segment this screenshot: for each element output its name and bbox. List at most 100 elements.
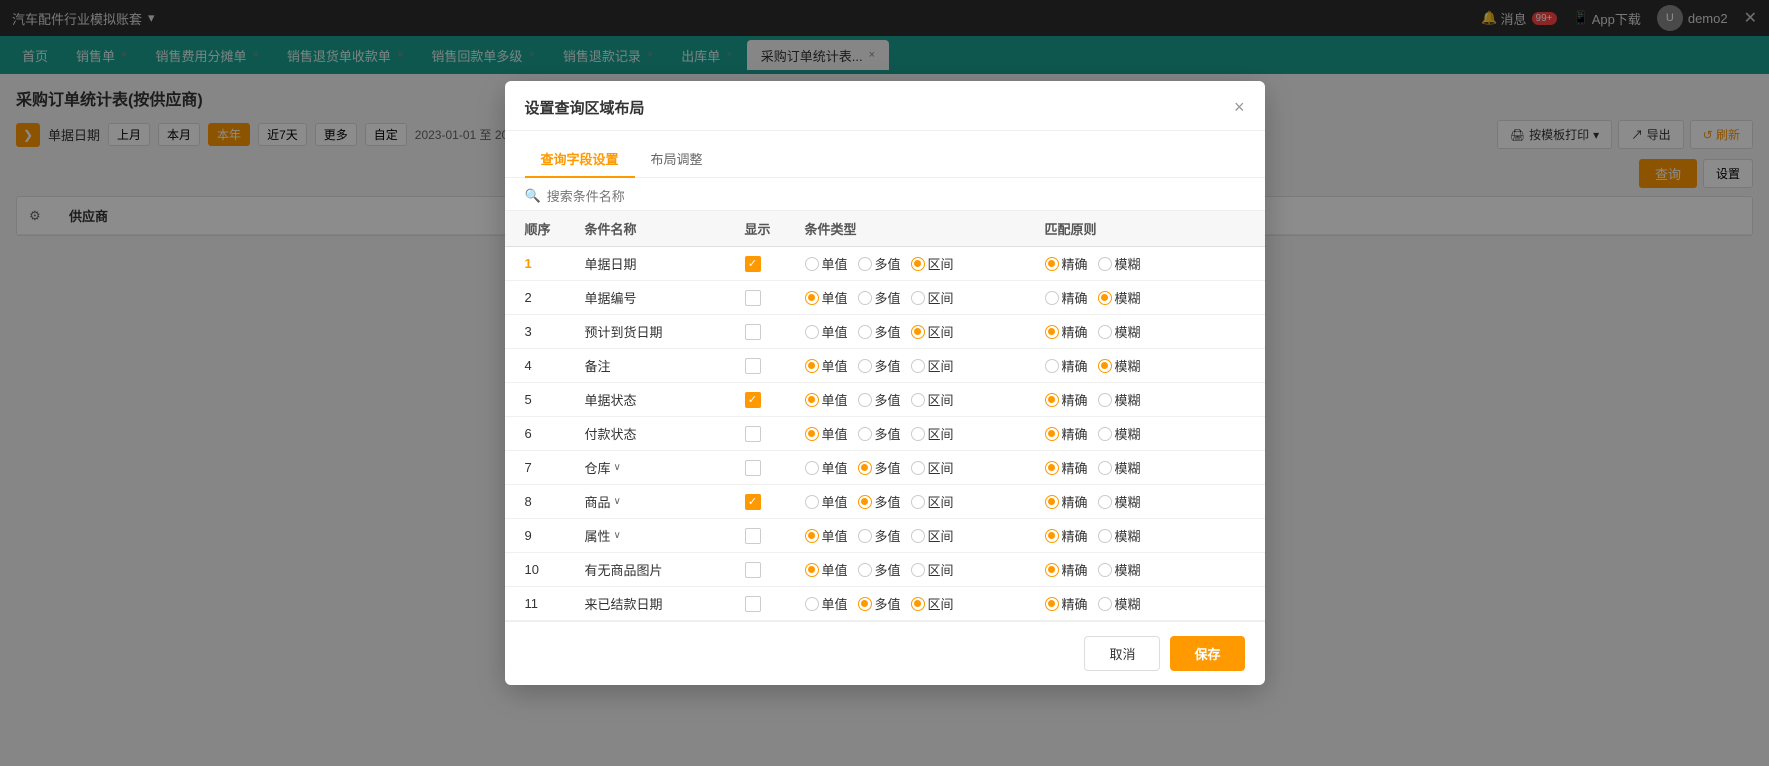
checkbox-unchecked[interactable] (745, 460, 761, 476)
dialog-table-header: 顺序 条件名称 显示 条件类型 匹配原则 (505, 211, 1265, 247)
match-rule-exact[interactable]: 精确 (1045, 526, 1088, 545)
row-display-checkbox[interactable] (745, 460, 805, 476)
match-rule-exact[interactable]: 精确 (1045, 594, 1088, 613)
checkbox-unchecked[interactable] (745, 426, 761, 442)
match-rule-fuzzy-label: 模糊 (1115, 594, 1141, 613)
match-rule-exact[interactable]: 精确 (1045, 492, 1088, 511)
row-display-checkbox[interactable] (745, 324, 805, 340)
row-display-checkbox[interactable] (745, 528, 805, 544)
condition-type-multi[interactable]: 多值 (858, 288, 901, 307)
match-rule-fuzzy[interactable]: 模糊 (1098, 526, 1141, 545)
cancel-btn[interactable]: 取消 (1084, 636, 1160, 671)
condition-type-single[interactable]: 单值 (805, 356, 848, 375)
condition-type-single[interactable]: 单值 (805, 288, 848, 307)
match-rule-exact[interactable]: 精确 (1045, 322, 1088, 341)
match-rule-exact[interactable]: 精确 (1045, 356, 1088, 375)
radio-circle (858, 393, 872, 407)
row-display-checkbox[interactable] (745, 290, 805, 306)
dialog-close-btn[interactable]: × (1234, 97, 1245, 118)
match-rule-fuzzy[interactable]: 模糊 (1098, 322, 1141, 341)
match-rule-fuzzy-label: 模糊 (1115, 288, 1141, 307)
radio-circle (805, 359, 819, 373)
row-display-checkbox[interactable] (745, 562, 805, 578)
save-btn[interactable]: 保存 (1170, 636, 1244, 671)
match-rule-fuzzy[interactable]: 模糊 (1098, 356, 1141, 375)
condition-type-single[interactable]: 单值 (805, 492, 848, 511)
condition-type-multi[interactable]: 多值 (858, 594, 901, 613)
search-input[interactable] (547, 189, 1245, 204)
match-rule-exact[interactable]: 精确 (1045, 390, 1088, 409)
match-rule-exact-label: 精确 (1062, 424, 1088, 443)
condition-type-single[interactable]: 单值 (805, 526, 848, 545)
radio-circle (805, 291, 819, 305)
condition-type-single[interactable]: 单值 (805, 594, 848, 613)
checkbox-checked[interactable] (745, 392, 761, 408)
table-row: 9属性 ∨单值多值区间精确模糊 (505, 519, 1265, 553)
match-rule-fuzzy[interactable]: 模糊 (1098, 288, 1141, 307)
row-display-checkbox[interactable] (745, 426, 805, 442)
row-display-checkbox[interactable] (745, 256, 805, 272)
dialog-tab-layout[interactable]: 布局调整 (635, 141, 719, 178)
condition-type-range[interactable]: 区间 (911, 288, 954, 307)
condition-type-multi[interactable]: 多值 (858, 492, 901, 511)
row-condition-type: 单值多值区间 (805, 254, 1045, 273)
condition-type-multi-label: 多值 (875, 526, 901, 545)
match-rule-fuzzy[interactable]: 模糊 (1098, 458, 1141, 477)
radio-circle (911, 291, 925, 305)
checkbox-unchecked[interactable] (745, 324, 761, 340)
match-rule-fuzzy[interactable]: 模糊 (1098, 492, 1141, 511)
condition-type-single[interactable]: 单值 (805, 458, 848, 477)
condition-type-multi[interactable]: 多值 (858, 356, 901, 375)
match-rule-fuzzy[interactable]: 模糊 (1098, 594, 1141, 613)
condition-type-range[interactable]: 区间 (911, 594, 954, 613)
match-rule-fuzzy[interactable]: 模糊 (1098, 254, 1141, 273)
condition-type-multi[interactable]: 多值 (858, 526, 901, 545)
condition-type-multi[interactable]: 多值 (858, 322, 901, 341)
condition-type-range[interactable]: 区间 (911, 356, 954, 375)
col-name: 条件名称 (585, 219, 745, 238)
checkbox-unchecked[interactable] (745, 290, 761, 306)
row-display-checkbox[interactable] (745, 596, 805, 612)
condition-type-range[interactable]: 区间 (911, 458, 954, 477)
row-match-rule: 精确模糊 (1045, 356, 1245, 375)
condition-type-range[interactable]: 区间 (911, 390, 954, 409)
match-rule-exact[interactable]: 精确 (1045, 288, 1088, 307)
condition-type-single[interactable]: 单值 (805, 322, 848, 341)
checkbox-checked[interactable] (745, 494, 761, 510)
match-rule-exact[interactable]: 精确 (1045, 424, 1088, 443)
checkbox-checked[interactable] (745, 256, 761, 272)
condition-type-range[interactable]: 区间 (911, 560, 954, 579)
condition-type-multi[interactable]: 多值 (858, 458, 901, 477)
condition-type-range[interactable]: 区间 (911, 526, 954, 545)
condition-type-single[interactable]: 单值 (805, 254, 848, 273)
radio-circle (1098, 325, 1112, 339)
condition-type-multi[interactable]: 多值 (858, 560, 901, 579)
match-rule-fuzzy[interactable]: 模糊 (1098, 424, 1141, 443)
condition-type-single[interactable]: 单值 (805, 560, 848, 579)
match-rule-exact[interactable]: 精确 (1045, 254, 1088, 273)
checkbox-unchecked[interactable] (745, 528, 761, 544)
condition-type-single[interactable]: 单值 (805, 390, 848, 409)
checkbox-unchecked[interactable] (745, 562, 761, 578)
checkbox-unchecked[interactable] (745, 358, 761, 374)
radio-circle (805, 427, 819, 441)
condition-type-multi[interactable]: 多值 (858, 254, 901, 273)
match-rule-fuzzy[interactable]: 模糊 (1098, 560, 1141, 579)
condition-type-range[interactable]: 区间 (911, 424, 954, 443)
row-display-checkbox[interactable] (745, 358, 805, 374)
match-rule-fuzzy[interactable]: 模糊 (1098, 390, 1141, 409)
row-display-checkbox[interactable] (745, 494, 805, 510)
condition-type-multi[interactable]: 多值 (858, 424, 901, 443)
checkbox-unchecked[interactable] (745, 596, 761, 612)
match-rule-exact[interactable]: 精确 (1045, 560, 1088, 579)
condition-type-range[interactable]: 区间 (911, 322, 954, 341)
condition-type-multi[interactable]: 多值 (858, 390, 901, 409)
dialog-tab-query-fields[interactable]: 查询字段设置 (525, 141, 635, 178)
condition-type-single[interactable]: 单值 (805, 424, 848, 443)
row-condition-type: 单值多值区间 (805, 322, 1045, 341)
condition-type-range[interactable]: 区间 (911, 492, 954, 511)
condition-type-range[interactable]: 区间 (911, 254, 954, 273)
row-display-checkbox[interactable] (745, 392, 805, 408)
radio-circle (805, 393, 819, 407)
match-rule-exact[interactable]: 精确 (1045, 458, 1088, 477)
